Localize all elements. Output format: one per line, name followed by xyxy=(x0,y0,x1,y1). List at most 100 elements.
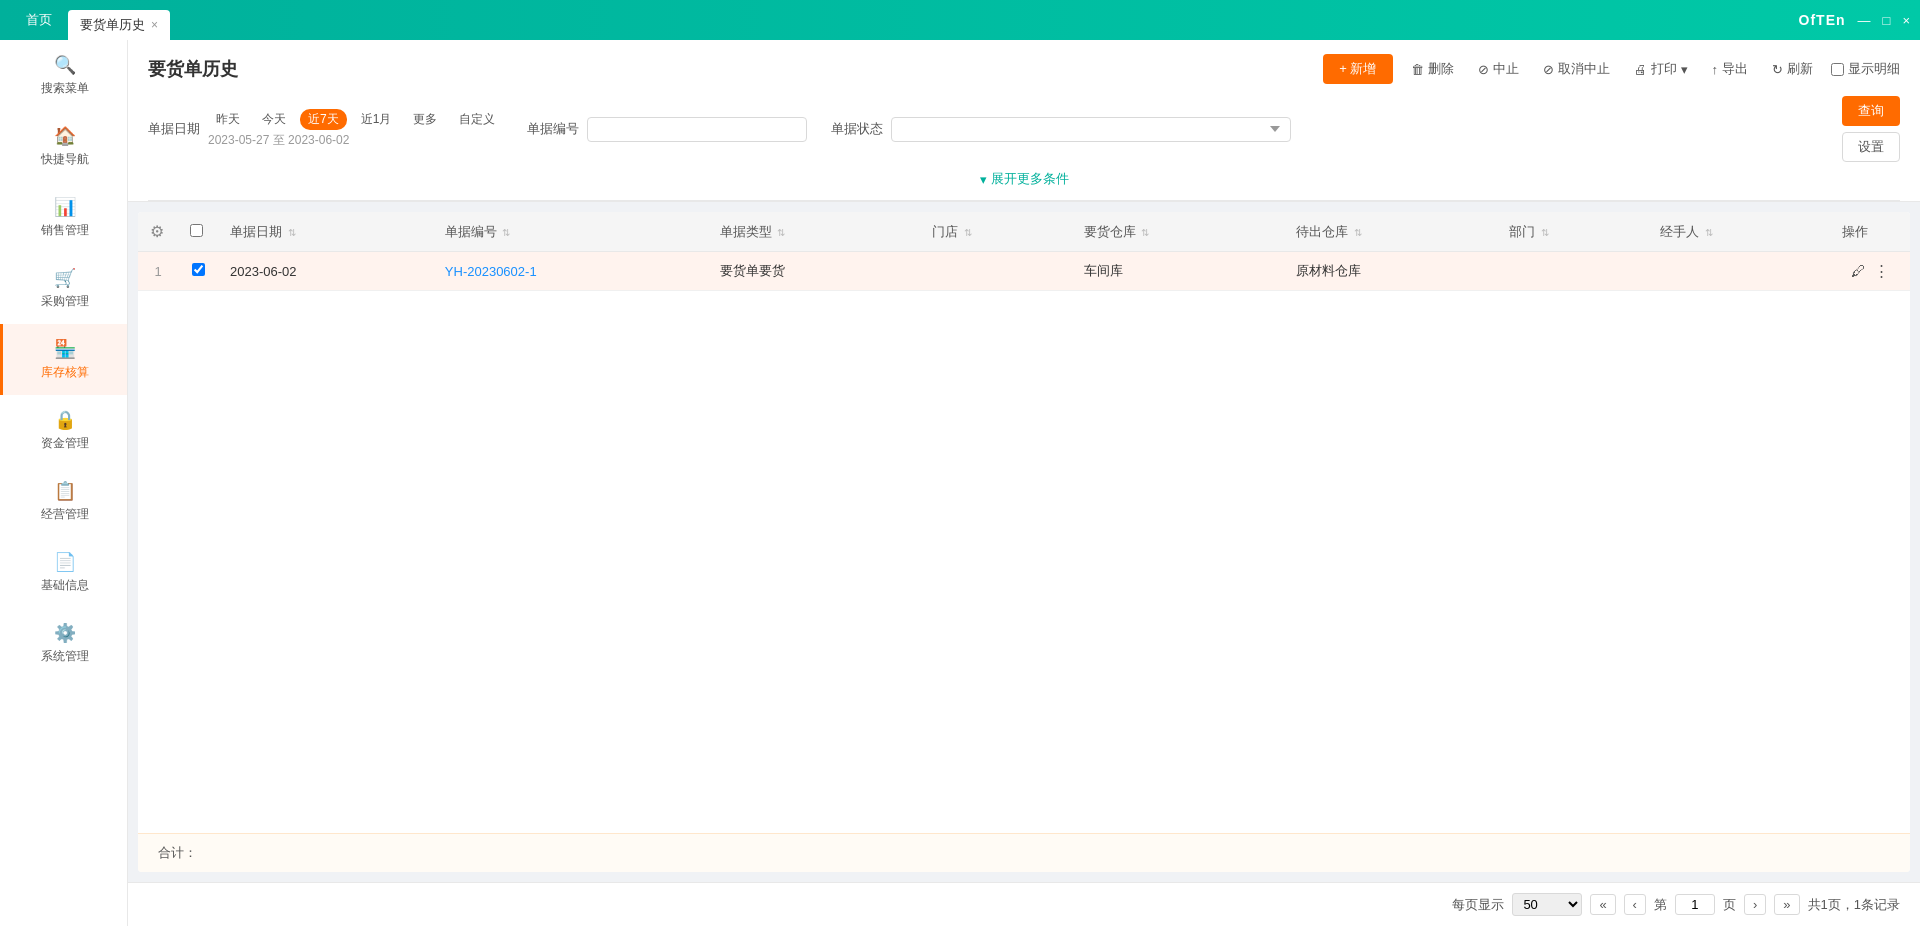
sort-req-warehouse-icon[interactable]: ⇅ xyxy=(1141,227,1149,238)
row-checkbox[interactable] xyxy=(192,263,205,276)
stop-button[interactable]: ⊘ 中止 xyxy=(1472,56,1525,82)
stop-icon: ⊘ xyxy=(1478,62,1489,77)
row-bill-no: YH-20230602-1 xyxy=(433,252,708,291)
page-header: 要货单历史 + 新增 🗑 删除 ⊘ 中止 ⊘ 取消中止 xyxy=(128,40,1920,202)
sidebar-item-system[interactable]: ⚙️ 系统管理 xyxy=(0,608,127,679)
row-pending-warehouse: 原材料仓库 xyxy=(1284,252,1497,291)
pagination: 每页显示 10 20 50 100 « ‹ 第 页 › » 共1页，1条记录 xyxy=(128,882,1920,926)
select-all-checkbox[interactable] xyxy=(190,224,203,237)
sidebar-item-system-label: 系统管理 xyxy=(41,648,89,665)
table-area: ⚙ 单据日期 ⇅ 单据编号 ⇅ xyxy=(138,212,1910,872)
sidebar-item-sales[interactable]: 📊 销售管理 xyxy=(0,182,127,253)
sidebar-item-search-label: 搜索菜单 xyxy=(41,80,89,97)
col-checkbox xyxy=(178,212,218,252)
store-icon: 🏪 xyxy=(54,338,76,360)
page-suffix: 页 xyxy=(1723,896,1736,914)
tab-active[interactable]: 要货单历史 × xyxy=(68,10,170,40)
sort-dept-icon[interactable]: ⇅ xyxy=(1541,227,1549,238)
sort-bill-no-icon[interactable]: ⇅ xyxy=(502,227,510,238)
bill-no-label: 单据编号 xyxy=(527,120,579,138)
last-page-btn[interactable]: » xyxy=(1774,894,1799,915)
delete-label: 删除 xyxy=(1428,60,1454,78)
per-page-select[interactable]: 10 20 50 100 xyxy=(1512,893,1582,916)
tab-home[interactable]: 首页 xyxy=(10,0,68,40)
sort-pending-warehouse-icon[interactable]: ⇅ xyxy=(1354,227,1362,238)
sidebar-item-operations[interactable]: 📋 经营管理 xyxy=(0,466,127,537)
export-label: 导出 xyxy=(1722,60,1748,78)
date-btn-yesterday[interactable]: 昨天 xyxy=(208,109,248,130)
sidebar-item-basic[interactable]: 📄 基础信息 xyxy=(0,537,127,608)
sidebar-item-finance[interactable]: 🔒 资金管理 xyxy=(0,395,127,466)
date-btn-today[interactable]: 今天 xyxy=(254,109,294,130)
cancel-stop-label: 取消中止 xyxy=(1558,60,1610,78)
filter-area: 单据日期 昨天 今天 近7天 近1月 更多 自定义 2023-05-27 至 2… xyxy=(148,96,1900,201)
next-page-btn[interactable]: › xyxy=(1744,894,1766,915)
clipboard-icon: 📋 xyxy=(54,480,76,502)
col-bill-type-label: 单据类型 xyxy=(720,224,772,239)
bill-no-filter-item: 单据编号 xyxy=(527,117,807,142)
sidebar-item-inventory[interactable]: 🏪 库存核算 xyxy=(0,324,127,395)
delete-icon: 🗑 xyxy=(1411,62,1424,77)
delete-button[interactable]: 🗑 删除 xyxy=(1405,56,1460,82)
expand-more-btn[interactable]: ▾ 展开更多条件 xyxy=(148,170,1900,188)
window-close[interactable]: × xyxy=(1902,13,1910,28)
close-icon[interactable]: × xyxy=(151,18,158,32)
row-bill-no-link[interactable]: YH-20230602-1 xyxy=(445,264,537,279)
filter-row-1: 单据日期 昨天 今天 近7天 近1月 更多 自定义 2023-05-27 至 2… xyxy=(148,96,1900,162)
page-title-row: 要货单历史 + 新增 🗑 删除 ⊘ 中止 ⊘ 取消中止 xyxy=(148,54,1900,84)
sort-handler-icon[interactable]: ⇅ xyxy=(1705,227,1713,238)
date-btn-more[interactable]: 更多 xyxy=(405,109,445,130)
sidebar: 🔍 搜索菜单 🏠 快捷导航 📊 销售管理 🛒 采购管理 🏪 库存核算 🔒 资金管… xyxy=(0,40,128,926)
sort-bill-type-icon[interactable]: ⇅ xyxy=(777,227,785,238)
settings-button[interactable]: 设置 xyxy=(1842,132,1900,162)
row-more-icon[interactable]: ⋮ xyxy=(1874,262,1889,279)
chevron-down-icon: ▾ xyxy=(980,172,987,187)
chart-icon: 📊 xyxy=(54,196,76,218)
show-detail-checkbox-input[interactable] xyxy=(1831,63,1844,76)
row-edit-icon[interactable]: 🖊 xyxy=(1851,262,1866,279)
sidebar-item-quicknav[interactable]: 🏠 快捷导航 xyxy=(0,111,127,182)
page-input[interactable] xyxy=(1675,894,1715,915)
col-settings[interactable]: ⚙ xyxy=(138,212,178,252)
window-maximize[interactable]: □ xyxy=(1883,13,1891,28)
cancel-stop-icon: ⊘ xyxy=(1543,62,1554,77)
bill-no-input[interactable] xyxy=(587,117,807,142)
sidebar-item-basic-label: 基础信息 xyxy=(41,577,89,594)
top-bar-right: OfTEn — □ × xyxy=(1799,12,1910,28)
date-shortcuts: 昨天 今天 近7天 近1月 更多 自定义 xyxy=(208,109,503,130)
export-button[interactable]: ↑ 导出 xyxy=(1706,56,1755,82)
sidebar-item-sales-label: 销售管理 xyxy=(41,222,89,239)
sidebar-item-search[interactable]: 🔍 搜索菜单 xyxy=(0,40,127,111)
content-area: 要货单历史 + 新增 🗑 删除 ⊘ 中止 ⊘ 取消中止 xyxy=(128,40,1920,926)
refresh-button[interactable]: ↻ 刷新 xyxy=(1766,56,1819,82)
query-button[interactable]: 查询 xyxy=(1842,96,1900,126)
toolbar: + 新增 🗑 删除 ⊘ 中止 ⊘ 取消中止 🖨 打 xyxy=(1323,54,1900,84)
first-page-btn[interactable]: « xyxy=(1590,894,1615,915)
col-pending-warehouse-label: 待出仓库 xyxy=(1296,224,1348,239)
sidebar-item-operations-label: 经营管理 xyxy=(41,506,89,523)
print-button[interactable]: 🖨 打印 ▾ xyxy=(1628,56,1694,82)
col-bill-type: 单据类型 ⇅ xyxy=(708,212,921,252)
print-icon: 🖨 xyxy=(1634,62,1647,77)
summary-label: 合计： xyxy=(158,844,197,862)
date-btn-custom[interactable]: 自定义 xyxy=(451,109,503,130)
prev-page-btn[interactable]: ‹ xyxy=(1624,894,1646,915)
lock-icon: 🔒 xyxy=(54,409,76,431)
settings-icon[interactable]: ⚙ xyxy=(150,223,164,240)
show-detail-toggle[interactable]: 显示明细 xyxy=(1831,60,1900,78)
sort-store-icon[interactable]: ⇅ xyxy=(964,227,972,238)
sidebar-item-purchase[interactable]: 🛒 采购管理 xyxy=(0,253,127,324)
new-button[interactable]: + 新增 xyxy=(1323,54,1392,84)
window-minimize[interactable]: — xyxy=(1858,13,1871,28)
col-date: 单据日期 ⇅ xyxy=(218,212,433,252)
date-btn-7days[interactable]: 近7天 xyxy=(300,109,347,130)
home-icon: 🏠 xyxy=(54,125,76,147)
cancel-stop-button[interactable]: ⊘ 取消中止 xyxy=(1537,56,1616,82)
sort-date-icon[interactable]: ⇅ xyxy=(288,227,296,238)
date-btn-1month[interactable]: 近1月 xyxy=(353,109,400,130)
stop-label: 中止 xyxy=(1493,60,1519,78)
tab-active-label: 要货单历史 xyxy=(80,16,145,34)
status-select[interactable] xyxy=(891,117,1291,142)
col-bill-no-label: 单据编号 xyxy=(445,224,497,239)
sidebar-item-purchase-label: 采购管理 xyxy=(41,293,89,310)
